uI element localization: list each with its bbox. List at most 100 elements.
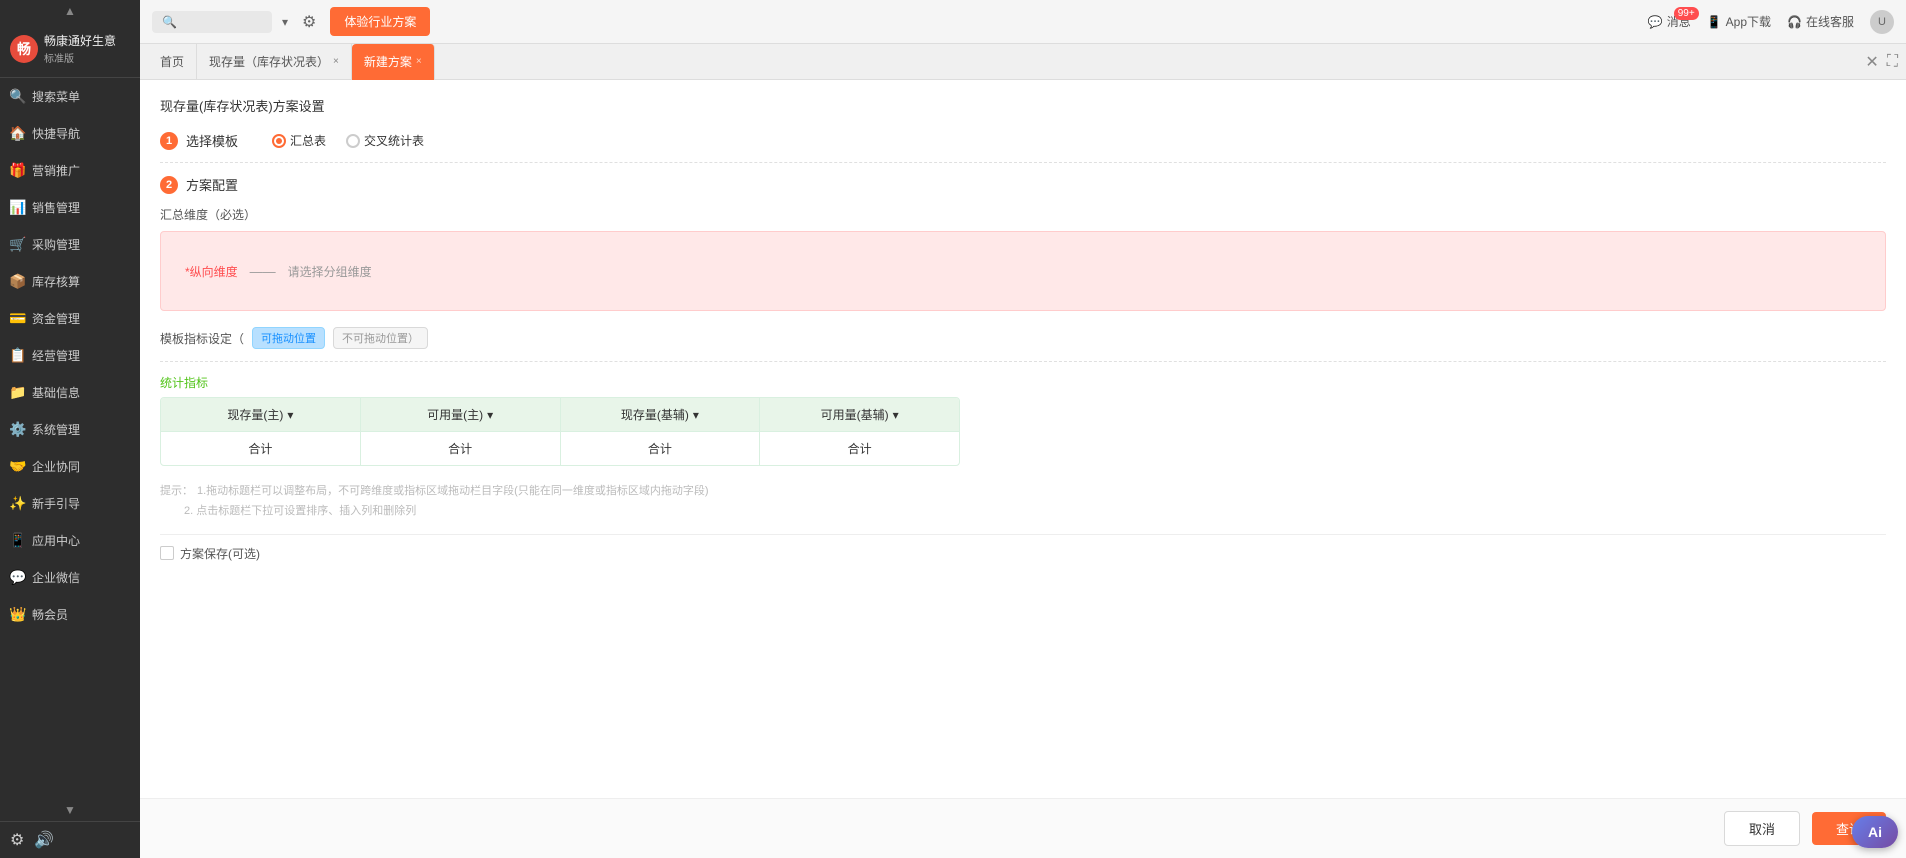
dropdown-icon-2[interactable]: ▾ bbox=[693, 408, 699, 422]
dimension-dash: —— bbox=[250, 264, 276, 279]
online-support-label: 在线客服 bbox=[1806, 13, 1854, 30]
radio-cross-label: 交叉统计表 bbox=[364, 132, 424, 149]
sidebar-item-label: 企业协同 bbox=[32, 458, 80, 475]
section2-header: 2 方案配置 bbox=[160, 175, 1886, 194]
sidebar-item-system[interactable]: ⚙️ 系统管理 bbox=[0, 411, 140, 448]
sidebar-item-label: 搜索菜单 bbox=[32, 88, 80, 105]
sidebar-item-label: 资金管理 bbox=[32, 310, 80, 327]
col-header-label-3: 可用量(基辅) bbox=[821, 406, 889, 423]
stats-cell-0-1: 合计 bbox=[361, 432, 561, 465]
stats-col-header-2[interactable]: 现存量(基辅) ▾ bbox=[561, 398, 761, 431]
sidebar-logo: 畅 畅康通好生意 标准版 bbox=[0, 22, 140, 78]
sidebar-item-shortcut[interactable]: 🏠 快捷导航 bbox=[0, 115, 140, 152]
top-header: 🔍 ▾ ⚙ 体验行业方案 💬 消息 99+ 📱 App下载 🎧 在线客服 U bbox=[140, 0, 1906, 44]
sidebar-item-label: 基础信息 bbox=[32, 384, 80, 401]
sidebar-item-label: 快捷导航 bbox=[32, 125, 80, 142]
sidebar-item-newbie[interactable]: ✨ 新手引导 bbox=[0, 485, 140, 522]
tab-inventory-label: 现存量（库存状况表） bbox=[209, 53, 329, 70]
stats-table-row-0: 合计 合计 合计 合计 bbox=[161, 431, 959, 465]
cancel-button[interactable]: 取消 bbox=[1724, 811, 1800, 846]
hints-title-text: 提示： bbox=[160, 482, 193, 502]
stats-col-header-3[interactable]: 可用量(基辅) ▾ bbox=[760, 398, 959, 431]
sidebar-item-sales[interactable]: 📊 销售管理 bbox=[0, 189, 140, 226]
save-checkbox[interactable] bbox=[160, 546, 174, 560]
indicator-immovable-tag: 不可拖动位置） bbox=[333, 327, 428, 349]
sidebar-item-wechat[interactable]: 💬 企业微信 bbox=[0, 559, 140, 596]
radio-cross-circle bbox=[346, 134, 360, 148]
radio-cross[interactable]: 交叉统计表 bbox=[346, 132, 424, 149]
hint-title: 提示： 1.拖动标题栏可以调整布局，不可跨维度或指标区域拖动栏目字段(只能在同一… bbox=[160, 482, 1886, 502]
stats-col-header-1[interactable]: 可用量(主) ▾ bbox=[361, 398, 561, 431]
sidebar-item-label: 销售管理 bbox=[32, 199, 80, 216]
save-checkbox-label: 方案保存(可选) bbox=[180, 545, 260, 562]
indicator-movable-tag: 可拖动位置 bbox=[252, 327, 325, 349]
trial-button[interactable]: 体验行业方案 bbox=[330, 7, 430, 36]
sidebar-scroll-down[interactable]: ▼ bbox=[0, 799, 140, 821]
header-dropdown-btn[interactable]: ▾ bbox=[282, 15, 288, 29]
tab-new-plan-close[interactable]: × bbox=[416, 56, 422, 67]
stats-cell-0-3: 合计 bbox=[760, 432, 959, 465]
header-search-box[interactable]: 🔍 bbox=[152, 11, 272, 33]
stats-col-header-0[interactable]: 现存量(主) ▾ bbox=[161, 398, 361, 431]
app-download-btn[interactable]: 📱 App下载 bbox=[1707, 13, 1771, 30]
home-icon: 🏠 bbox=[10, 125, 26, 141]
sidebar-item-appstore[interactable]: 📱 应用中心 bbox=[0, 522, 140, 559]
dropdown-icon-3[interactable]: ▾ bbox=[893, 408, 899, 422]
divider2 bbox=[160, 361, 1886, 362]
stats-label: 统计指标 bbox=[160, 374, 1886, 391]
messages-btn[interactable]: 💬 消息 99+ bbox=[1648, 13, 1691, 30]
main-area: 🔍 ▾ ⚙ 体验行业方案 💬 消息 99+ 📱 App下载 🎧 在线客服 U bbox=[140, 0, 1906, 858]
sidebar-item-inventory[interactable]: 📦 库存核算 bbox=[0, 263, 140, 300]
footer-bar: 取消 查询 bbox=[140, 798, 1906, 858]
tab-home[interactable]: 首页 bbox=[148, 44, 197, 80]
ai-float-button[interactable]: Ai bbox=[1852, 816, 1898, 848]
message-icon: 💬 bbox=[1648, 15, 1663, 29]
tab-inventory-close[interactable]: × bbox=[333, 56, 339, 67]
stats-table-header: 现存量(主) ▾ 可用量(主) ▾ 现存量(基辅) ▾ 可用量(基辅) ▾ bbox=[161, 398, 959, 431]
star-icon: ✨ bbox=[10, 495, 26, 511]
handshake-icon: 🤝 bbox=[10, 458, 26, 474]
sidebar-item-label: 系统管理 bbox=[32, 421, 80, 438]
tab-inventory-status[interactable]: 现存量（库存状况表） × bbox=[197, 44, 352, 80]
close-tab-btn[interactable]: ✕ bbox=[1865, 52, 1878, 72]
box-icon: 📦 bbox=[10, 273, 26, 289]
section1-title: 选择模板 bbox=[186, 131, 238, 150]
sidebar-item-search[interactable]: 🔍 搜索菜单 bbox=[0, 78, 140, 115]
sidebar-item-marketing[interactable]: 🎁 营销推广 bbox=[0, 152, 140, 189]
user-avatar[interactable]: U bbox=[1870, 10, 1894, 34]
tab-new-plan[interactable]: 新建方案 × bbox=[352, 44, 435, 80]
tab-home-label: 首页 bbox=[160, 53, 184, 70]
radio-summary[interactable]: 汇总表 bbox=[272, 132, 326, 149]
tabs-bar: 首页 现存量（库存状况表） × 新建方案 × ✕ ⛶ bbox=[140, 44, 1906, 80]
dropdown-icon-0[interactable]: ▾ bbox=[287, 408, 293, 422]
online-support-btn[interactable]: 🎧 在线客服 bbox=[1787, 13, 1854, 30]
folder-icon: 📁 bbox=[10, 384, 26, 400]
dropdown-icon-1[interactable]: ▾ bbox=[487, 408, 493, 422]
audio-footer-icon[interactable]: 🔊 bbox=[34, 830, 54, 850]
sidebar-item-label: 应用中心 bbox=[32, 532, 80, 549]
sidebar-scroll-up[interactable]: ▲ bbox=[0, 0, 140, 22]
expand-tab-btn[interactable]: ⛶ bbox=[1887, 53, 1898, 71]
section2-title: 方案配置 bbox=[186, 175, 238, 194]
hint-2-line: 2. 点击标题栏下拉可设置排序、插入列和删除列 bbox=[160, 502, 1886, 522]
sidebar-item-finance[interactable]: 💳 资金管理 bbox=[0, 300, 140, 337]
settings-footer-icon[interactable]: ⚙ bbox=[10, 830, 24, 850]
gift-icon: 🎁 bbox=[10, 162, 26, 178]
page-title: 现存量(库存状况表)方案设置 bbox=[160, 96, 1886, 115]
col-header-label-0: 现存量(主) bbox=[227, 406, 283, 423]
sidebar-item-enterprise[interactable]: 🤝 企业协同 bbox=[0, 448, 140, 485]
dimension-box[interactable]: *纵向维度 —— 请选择分组维度 bbox=[160, 231, 1886, 311]
stats-table: 现存量(主) ▾ 可用量(主) ▾ 现存量(基辅) ▾ 可用量(基辅) ▾ bbox=[160, 397, 960, 466]
sidebar-item-business[interactable]: 📋 经营管理 bbox=[0, 337, 140, 374]
sidebar-item-purchase[interactable]: 🛒 采购管理 bbox=[0, 226, 140, 263]
search-icon-header: 🔍 bbox=[162, 15, 177, 29]
sidebar-item-label: 新手引导 bbox=[32, 495, 80, 512]
sidebar-item-label: 企业微信 bbox=[32, 569, 80, 586]
app-download-label: App下载 bbox=[1726, 13, 1771, 30]
tabs-right: ✕ ⛶ bbox=[1865, 52, 1898, 72]
sidebar-item-vip[interactable]: 👑 畅会员 bbox=[0, 596, 140, 633]
sidebar-item-basic[interactable]: 📁 基础信息 bbox=[0, 374, 140, 411]
header-right: 💬 消息 99+ 📱 App下载 🎧 在线客服 U bbox=[1648, 10, 1894, 34]
sidebar-footer: ⚙ 🔊 bbox=[0, 821, 140, 858]
header-settings-btn[interactable]: ⚙ bbox=[298, 8, 320, 36]
